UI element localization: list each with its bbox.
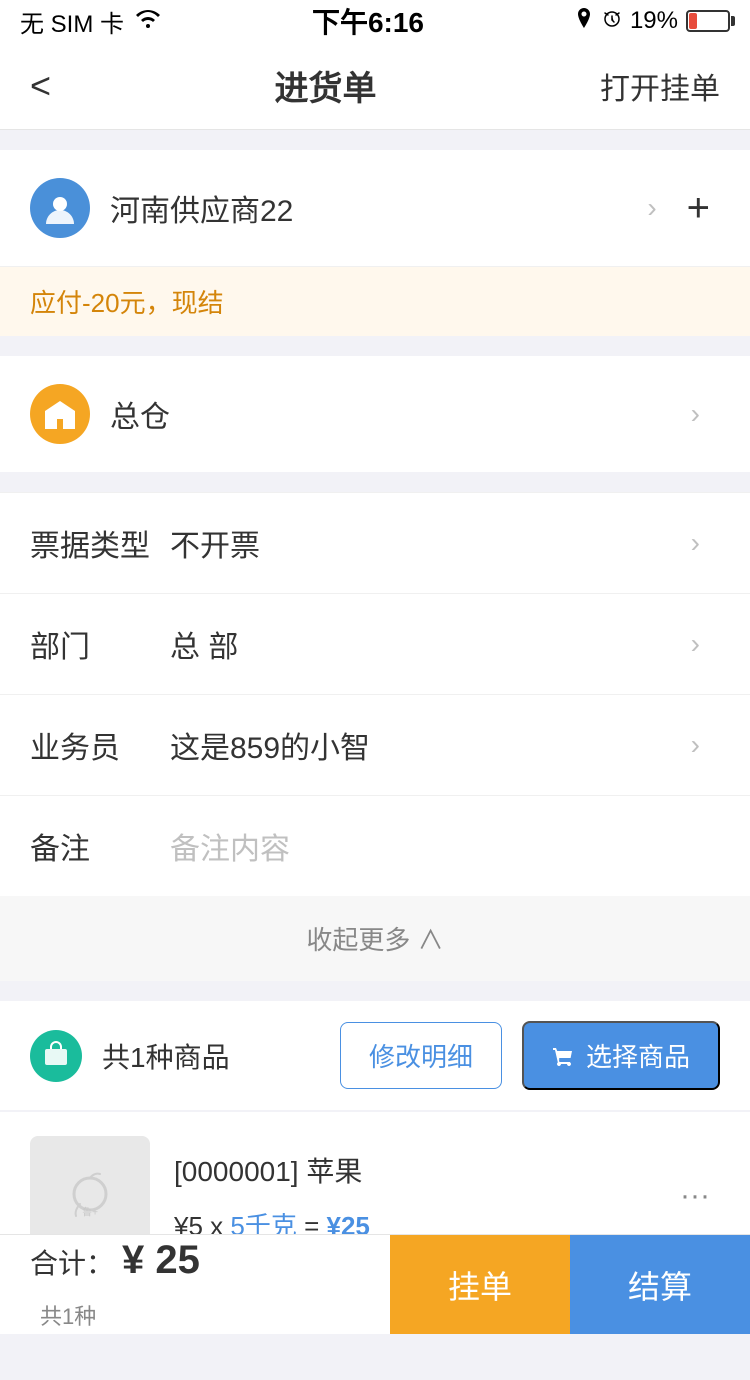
total-label: 合计： — [30, 1242, 114, 1282]
total-info: 合计： ¥ 25 共1种 — [30, 1238, 200, 1331]
divider-2 — [0, 336, 750, 356]
nav-bar: < 进货单 打开挂单 — [0, 42, 750, 130]
warehouse-section: 总仓 › — [0, 356, 750, 472]
ticket-type-value: 不开票 — [170, 521, 691, 565]
add-supplier-button[interactable]: + — [677, 186, 720, 231]
department-chevron-icon: › — [691, 628, 700, 660]
battery-percent: 19% — [630, 7, 678, 35]
product-info: [0000001] 苹果 ¥5 x 5千克 = ¥25 — [174, 1150, 646, 1243]
warehouse-icon — [30, 384, 90, 444]
supplier-section: 河南供应商22 › + 应付-20元，现结 — [0, 150, 750, 336]
open-hang-button[interactable]: 打开挂单 — [600, 64, 720, 108]
product-name: [0000001] 苹果 — [174, 1150, 646, 1190]
remark-row[interactable]: 备注 备注内容 — [0, 795, 750, 896]
warehouse-row[interactable]: 总仓 › — [0, 356, 750, 472]
salesperson-value: 这是859的小智 — [170, 723, 691, 767]
divider-1 — [0, 130, 750, 150]
product-code: [0000001] — [174, 1156, 299, 1187]
total-section: 合计： ¥ 25 共1种 — [0, 1235, 390, 1334]
remark-value: 备注内容 — [170, 824, 720, 868]
balance-note: 应付-20元，现结 — [0, 267, 750, 336]
checkout-button[interactable]: 结算 — [570, 1235, 750, 1334]
supplier-row[interactable]: 河南供应商22 › + — [0, 150, 750, 267]
status-bar: 无 SIM 卡 下午6:16 19% — [0, 0, 750, 42]
warehouse-chevron-icon: › — [691, 398, 700, 430]
product-header: 共1种商品 修改明细 选择商品 — [0, 1001, 750, 1110]
supplier-name: 河南供应商22 — [110, 186, 647, 230]
bottom-bar: 合计： ¥ 25 共1种 挂单 结算 — [0, 1234, 750, 1334]
wifi-icon — [134, 7, 162, 35]
status-left: 无 SIM 卡 — [20, 4, 162, 39]
select-product-label: 选择商品 — [586, 1037, 690, 1074]
department-value: 总 部 — [170, 622, 691, 666]
chevron-right-icon: › — [647, 192, 656, 224]
page-title: 进货单 — [275, 61, 377, 110]
form-section: 票据类型 不开票 › 部门 总 部 › 业务员 这是859的小智 › 备注 备注… — [0, 492, 750, 896]
department-row[interactable]: 部门 总 部 › — [0, 593, 750, 694]
product-title: 苹果 — [306, 1156, 362, 1187]
supplier-avatar — [30, 178, 90, 238]
back-button[interactable]: < — [30, 65, 51, 107]
department-label: 部门 — [30, 622, 170, 666]
status-time: 下午6:16 — [312, 1, 424, 41]
svg-text:鲁+: 鲁+ — [82, 1205, 98, 1218]
ticket-chevron-icon: › — [691, 527, 700, 559]
divider-3 — [0, 472, 750, 492]
edit-detail-button[interactable]: 修改明细 — [340, 1022, 502, 1089]
remark-label: 备注 — [30, 824, 170, 868]
product-count-label: 共1种商品 — [102, 1036, 320, 1076]
salesperson-label: 业务员 — [30, 723, 170, 767]
carrier-label: 无 SIM 卡 — [20, 4, 124, 39]
cart-icon — [552, 1044, 576, 1068]
total-amount: ¥ 25 — [122, 1238, 200, 1283]
product-section-icon — [30, 1030, 82, 1082]
hang-button[interactable]: 挂单 — [390, 1235, 570, 1334]
ticket-type-label: 票据类型 — [30, 521, 170, 565]
location-icon — [574, 7, 594, 35]
select-product-button[interactable]: 选择商品 — [522, 1021, 720, 1090]
alarm-icon — [602, 7, 622, 35]
total-count: 共1种 — [40, 1299, 200, 1331]
collapse-button[interactable]: 收起更多 ∧ — [0, 896, 750, 981]
status-right: 19% — [574, 7, 730, 35]
battery-icon — [686, 10, 730, 32]
divider-4 — [0, 981, 750, 1001]
warehouse-name: 总仓 — [110, 392, 691, 436]
product-more-button[interactable]: ··· — [670, 1169, 720, 1223]
ticket-type-row[interactable]: 票据类型 不开票 › — [0, 492, 750, 593]
salesperson-row[interactable]: 业务员 这是859的小智 › — [0, 694, 750, 795]
salesperson-chevron-icon: › — [691, 729, 700, 761]
